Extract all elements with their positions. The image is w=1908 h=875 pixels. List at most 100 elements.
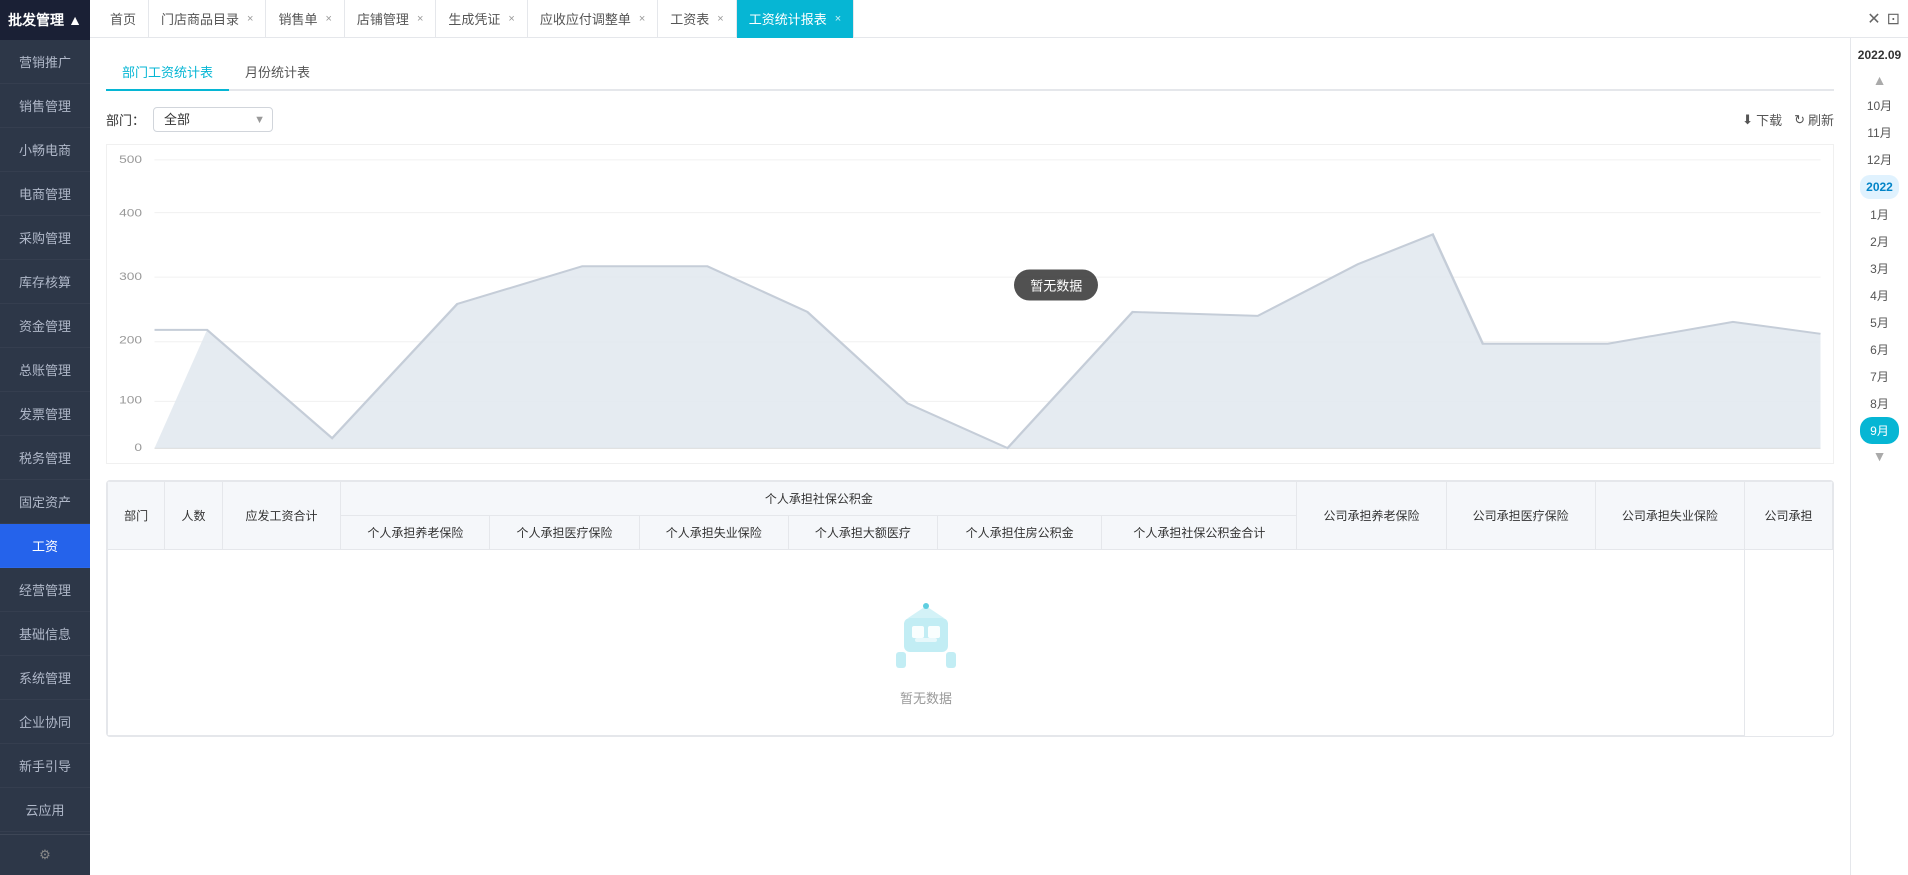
restore-icon[interactable]: ⊡ (1887, 9, 1900, 29)
sidebar-item-新手引导[interactable]: 新手引导 (0, 744, 90, 788)
sidebar-item-采购管理[interactable]: 采购管理 (0, 216, 90, 260)
sidebar-item-固定资产[interactable]: 固定资产 (0, 480, 90, 524)
tab-item-店铺管理[interactable]: 店铺管理× (345, 0, 436, 38)
table-empty-cell: 暂无数据 (108, 550, 1745, 736)
sidebar-item-电商管理[interactable]: 电商管理 (0, 172, 90, 216)
chart-svg: 500 400 300 200 100 0 (107, 145, 1833, 463)
th-personal-large-medical: 个人承担大额医疗 (788, 516, 937, 550)
sidebar-item-税务管理[interactable]: 税务管理 (0, 436, 90, 480)
dept-select[interactable]: 全部 (153, 107, 273, 132)
svg-text:300: 300 (119, 270, 142, 282)
th-dept: 部门 (108, 482, 165, 550)
date-month-item[interactable]: 10月 (1854, 92, 1905, 119)
toolbar-right: ⬇ 下载 ↻ 刷新 (1742, 110, 1834, 129)
sidebar-item-工资[interactable]: 工资 (0, 524, 90, 568)
tab-close-icon[interactable]: × (639, 13, 645, 25)
sidebar-item-销售管理[interactable]: 销售管理 (0, 84, 90, 128)
sidebar-item-经营管理[interactable]: 经营管理 (0, 568, 90, 612)
date-month-item[interactable]: 4月 (1854, 282, 1905, 309)
date-month-item[interactable]: 1月 (1854, 201, 1905, 228)
th-personal-medical: 个人承担医疗保险 (490, 516, 639, 550)
tab-item-工资统计报表[interactable]: 工资统计报表× (737, 0, 854, 38)
toolbar: 部门： 全部 ▼ ⬇ 下载 ↻ 刷新 (106, 107, 1834, 132)
tab-item-工资表[interactable]: 工资表× (658, 0, 736, 38)
close-icon[interactable]: ✕ (1867, 9, 1880, 29)
tab-item-门店商品目录[interactable]: 门店商品目录× (149, 0, 266, 38)
sidebar-item-总账管理[interactable]: 总账管理 (0, 348, 90, 392)
sidebar-items: 营销推广销售管理小畅电商电商管理采购管理库存核算资金管理总账管理发票管理税务管理… (0, 40, 90, 832)
sidebar-item-云应用[interactable]: 云应用 (0, 788, 90, 832)
chart-area: 500 400 300 200 100 0 (106, 144, 1834, 464)
date-month-item[interactable]: 8月 (1854, 390, 1905, 417)
th-personal-unemployment: 个人承担失业保险 (639, 516, 788, 550)
svg-text:500: 500 (119, 153, 142, 165)
date-month-item[interactable]: 9月 (1860, 417, 1899, 444)
date-panel: 2022.09 ▲ 10月11月12月20221月2月3月4月5月6月7月8月9… (1850, 38, 1908, 875)
sidebar-header-label: 批发管理 (8, 10, 64, 30)
date-month-item[interactable]: 7月 (1854, 363, 1905, 390)
date-month-item[interactable]: 5月 (1854, 309, 1905, 336)
data-table: 部门 人数 应发工资合计 个人承担社保公积金 公司承担养老保险 公司承担医疗保险… (107, 481, 1833, 736)
th-company-pension: 公司承担养老保险 (1297, 482, 1446, 550)
sidebar-item-小畅电商[interactable]: 小畅电商 (0, 128, 90, 172)
toolbar-left: 部门： 全部 ▼ (106, 107, 273, 132)
sidebar-item-营销推广[interactable]: 营销推广 (0, 40, 90, 84)
sidebar-item-库存核算[interactable]: 库存核算 (0, 260, 90, 304)
th-company-other: 公司承担 (1744, 482, 1832, 550)
tab-bar: 首页门店商品目录×销售单×店铺管理×生成凭证×应收应付调整单×工资表×工资统计报… (90, 0, 1908, 38)
date-year-label: 2022 (1860, 175, 1899, 199)
tab-close-icon[interactable]: × (508, 13, 514, 25)
sub-tabs: 部门工资统计表月份统计表 (106, 54, 1834, 91)
download-button[interactable]: ⬇ 下载 (1742, 110, 1782, 129)
refresh-button[interactable]: ↻ 刷新 (1794, 110, 1834, 129)
content-area: 部门工资统计表月份统计表 部门： 全部 ▼ ⬇ 下载 (90, 38, 1908, 875)
sidebar-expand-icon: ▲ (68, 12, 82, 28)
sidebar-item-系统管理[interactable]: 系统管理 (0, 656, 90, 700)
chart-no-data-tooltip: 暂无数据 (1014, 269, 1098, 300)
th-headcount: 人数 (165, 482, 222, 550)
dept-select-wrapper: 全部 ▼ (153, 107, 273, 132)
date-month-item[interactable]: 12月 (1854, 146, 1905, 173)
date-month-item[interactable]: 3月 (1854, 255, 1905, 282)
dept-label: 部门： (106, 110, 145, 129)
th-total-salary: 应发工资合计 (222, 482, 341, 550)
tab-close-icon[interactable]: × (325, 13, 331, 25)
tab-close-icon[interactable]: × (417, 13, 423, 25)
sidebar-item-企业协同[interactable]: 企业协同 (0, 700, 90, 744)
empty-state: 暂无数据 (118, 558, 1734, 727)
th-personal-housing-fund: 个人承担住房公积金 (937, 516, 1101, 550)
date-nav-up[interactable]: ▲ (1869, 68, 1891, 92)
date-month-item[interactable]: 6月 (1854, 336, 1905, 363)
page-content: 部门工资统计表月份统计表 部门： 全部 ▼ ⬇ 下载 (90, 38, 1850, 875)
tab-close-icon[interactable]: × (717, 13, 723, 25)
date-nav-down[interactable]: ▼ (1869, 444, 1891, 468)
sidebar-item-发票管理[interactable]: 发票管理 (0, 392, 90, 436)
th-personal-group: 个人承担社保公积金 (341, 482, 1297, 516)
date-months: 10月11月12月20221月2月3月4月5月6月7月8月9月 (1854, 92, 1905, 444)
download-icon: ⬇ (1742, 112, 1753, 128)
sidebar: 批发管理 ▲ 营销推广销售管理小畅电商电商管理采购管理库存核算资金管理总账管理发… (0, 0, 90, 875)
empty-state-label: 暂无数据 (900, 688, 952, 707)
date-month-item[interactable]: 2月 (1854, 228, 1905, 255)
empty-state-icon (886, 598, 966, 678)
sidebar-footer[interactable]: ⚙ (0, 834, 90, 875)
refresh-icon: ↻ (1794, 112, 1805, 128)
tab-item-销售单[interactable]: 销售单× (266, 0, 344, 38)
svg-text:100: 100 (119, 394, 142, 406)
sidebar-header[interactable]: 批发管理 ▲ (0, 0, 90, 40)
sidebar-item-基础信息[interactable]: 基础信息 (0, 612, 90, 656)
svg-text:400: 400 (119, 207, 142, 219)
tab-item-生成凭证[interactable]: 生成凭证× (436, 0, 527, 38)
tab-item-应收应付调整单[interactable]: 应收应付调整单× (528, 0, 658, 38)
th-personal-pension: 个人承担养老保险 (341, 516, 490, 550)
tab-close-icon[interactable]: × (247, 13, 253, 25)
tab-item-首页[interactable]: 首页 (98, 0, 149, 38)
data-table-container: 部门 人数 应发工资合计 个人承担社保公积金 公司承担养老保险 公司承担医疗保险… (106, 480, 1834, 737)
sub-tab-部门工资统计表[interactable]: 部门工资统计表 (106, 54, 229, 91)
svg-text:0: 0 (134, 441, 142, 453)
sidebar-item-资金管理[interactable]: 资金管理 (0, 304, 90, 348)
tab-close-icon[interactable]: × (835, 13, 841, 25)
sub-tab-月份统计表[interactable]: 月份统计表 (229, 54, 326, 91)
tab-bar-close[interactable]: ✕ ⊡ (1867, 9, 1900, 29)
date-month-item[interactable]: 11月 (1854, 119, 1905, 146)
